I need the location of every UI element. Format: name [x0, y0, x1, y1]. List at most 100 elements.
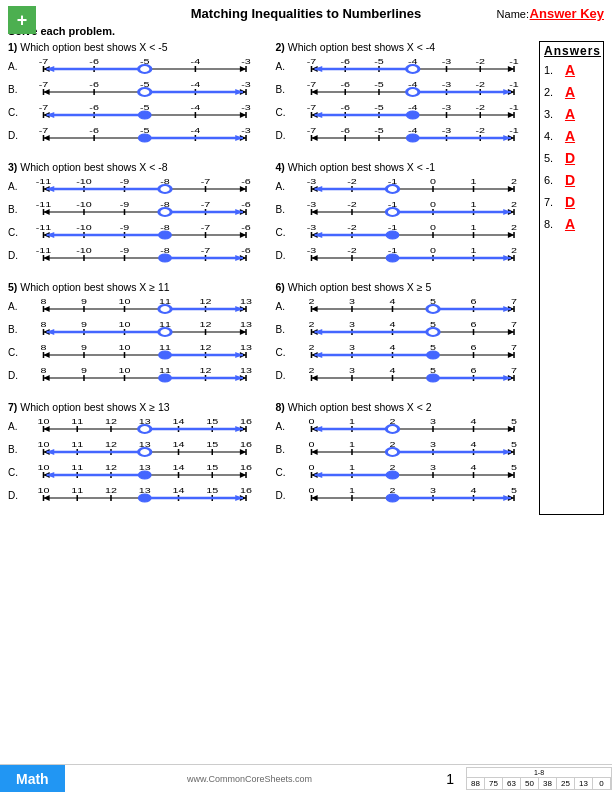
svg-text:9: 9: [81, 321, 87, 329]
svg-text:13: 13: [240, 298, 252, 306]
nl-option: D.-7-6-5-4-3-2-1: [276, 124, 536, 146]
number-line-svg: 234567: [290, 295, 536, 317]
svg-marker-250: [503, 209, 511, 215]
svg-text:-2: -2: [347, 178, 357, 186]
problems-row: 1) Which option best shows X < -5A.-7-6-…: [8, 41, 535, 147]
svg-text:1: 1: [470, 247, 476, 255]
svg-text:-6: -6: [241, 224, 251, 232]
number-line-svg: 234567: [290, 341, 536, 363]
svg-text:2: 2: [511, 224, 517, 232]
svg-text:1: 1: [470, 224, 476, 232]
svg-text:-2: -2: [347, 247, 357, 255]
svg-text:11: 11: [71, 464, 83, 472]
svg-text:3: 3: [348, 321, 354, 329]
svg-text:4: 4: [389, 367, 395, 375]
svg-marker-163: [43, 209, 49, 215]
number-line: -11-10-9-8-7-6: [22, 244, 268, 266]
svg-marker-30: [235, 89, 243, 95]
problem-7: 7) Which option best shows X ≥ 13A.10111…: [8, 401, 268, 507]
nl-option: C.-3-2-1012: [276, 221, 536, 243]
svg-text:-6: -6: [241, 178, 251, 186]
svg-marker-412: [314, 352, 322, 358]
svg-marker-34: [240, 112, 246, 118]
problem-question: 8) Which option best shows X < 2: [276, 401, 536, 413]
score-range: 1-8887563503825130: [466, 767, 612, 790]
svg-text:-3: -3: [306, 201, 316, 209]
svg-text:9: 9: [81, 367, 87, 375]
number-line-svg: -7-6-5-4-3-2-1: [290, 101, 536, 123]
problem-5: 5) Which option best shows X ≥ 11A.89101…: [8, 281, 268, 387]
svg-marker-433: [43, 426, 49, 432]
option-label: D.: [8, 130, 22, 141]
svg-text:16: 16: [240, 441, 252, 449]
nl-option: A.-11-10-9-8-7-6: [8, 175, 268, 197]
svg-text:-6: -6: [340, 81, 350, 89]
svg-text:13: 13: [240, 321, 252, 329]
svg-text:-1: -1: [387, 247, 397, 255]
svg-text:6: 6: [470, 298, 476, 306]
svg-text:5: 5: [511, 464, 517, 472]
svg-marker-308: [240, 329, 246, 335]
option-label: C.: [276, 347, 290, 358]
option-label: D.: [276, 490, 290, 501]
logo: +: [8, 6, 36, 34]
svg-text:12: 12: [200, 344, 212, 352]
nl-option: D.-11-10-9-8-7-6: [8, 244, 268, 266]
svg-text:-8: -8: [160, 247, 170, 255]
svg-text:-4: -4: [191, 58, 201, 66]
svg-marker-178: [235, 209, 243, 215]
svg-text:-9: -9: [120, 201, 130, 209]
svg-marker-196: [47, 232, 55, 238]
number-line-svg: 234567: [290, 364, 536, 386]
svg-text:13: 13: [240, 367, 252, 375]
number-line-svg: -7-6-5-4-3: [22, 78, 268, 100]
number-line: 8910111213: [22, 341, 268, 363]
svg-text:-6: -6: [89, 81, 99, 89]
svg-text:-1: -1: [509, 58, 519, 66]
svg-text:3: 3: [430, 487, 436, 495]
svg-text:2: 2: [308, 298, 314, 306]
svg-marker-160: [47, 186, 55, 192]
svg-text:5: 5: [430, 367, 436, 375]
svg-text:-7: -7: [201, 201, 211, 209]
number-line-svg: -11-10-9-8-7-6: [22, 244, 268, 266]
nl-option: B.012345: [276, 438, 536, 460]
number-line-svg: -7-6-5-4-3-2-1: [290, 124, 536, 146]
footer-scores: 1-8887563503825130: [466, 765, 612, 792]
svg-text:8: 8: [40, 321, 46, 329]
svg-text:-5: -5: [140, 127, 150, 135]
svg-text:5: 5: [511, 418, 517, 426]
svg-text:-4: -4: [191, 127, 201, 135]
score-box: 0: [593, 778, 611, 789]
svg-text:0: 0: [430, 247, 436, 255]
answer-val: D: [562, 194, 578, 210]
svg-text:11: 11: [71, 441, 83, 449]
answer-num: 4.: [544, 130, 560, 142]
number-line-svg: -3-2-1012: [290, 198, 536, 220]
svg-marker-454: [240, 449, 246, 455]
problems-row: 3) Which option best shows X < -8A.-11-1…: [8, 161, 535, 267]
svg-text:2: 2: [389, 464, 395, 472]
svg-text:7: 7: [511, 367, 517, 375]
svg-point-63: [139, 134, 151, 142]
option-label: A.: [276, 421, 290, 432]
svg-text:5: 5: [430, 344, 436, 352]
svg-point-431: [426, 374, 438, 382]
svg-marker-2: [240, 66, 246, 72]
number-line: 10111213141516: [22, 415, 268, 437]
svg-marker-415: [311, 375, 317, 381]
svg-point-287: [386, 254, 398, 262]
nl-option: C.-7-6-5-4-3: [8, 101, 268, 123]
number-line: -7-6-5-4-3-2-1: [290, 101, 536, 123]
svg-text:7: 7: [511, 298, 517, 306]
svg-point-413: [426, 351, 438, 359]
svg-text:-4: -4: [407, 127, 417, 135]
svg-marker-564: [314, 472, 322, 478]
header-title: Matching Inequalities to Numberlines: [191, 6, 421, 21]
svg-text:10: 10: [38, 464, 50, 472]
option-label: B.: [276, 444, 290, 455]
svg-text:4: 4: [470, 418, 476, 426]
problem-num: 7): [8, 401, 17, 413]
footer: Math www.CommonCoreSheets.com 1 1-888756…: [0, 764, 612, 792]
answer-num: 5.: [544, 152, 560, 164]
